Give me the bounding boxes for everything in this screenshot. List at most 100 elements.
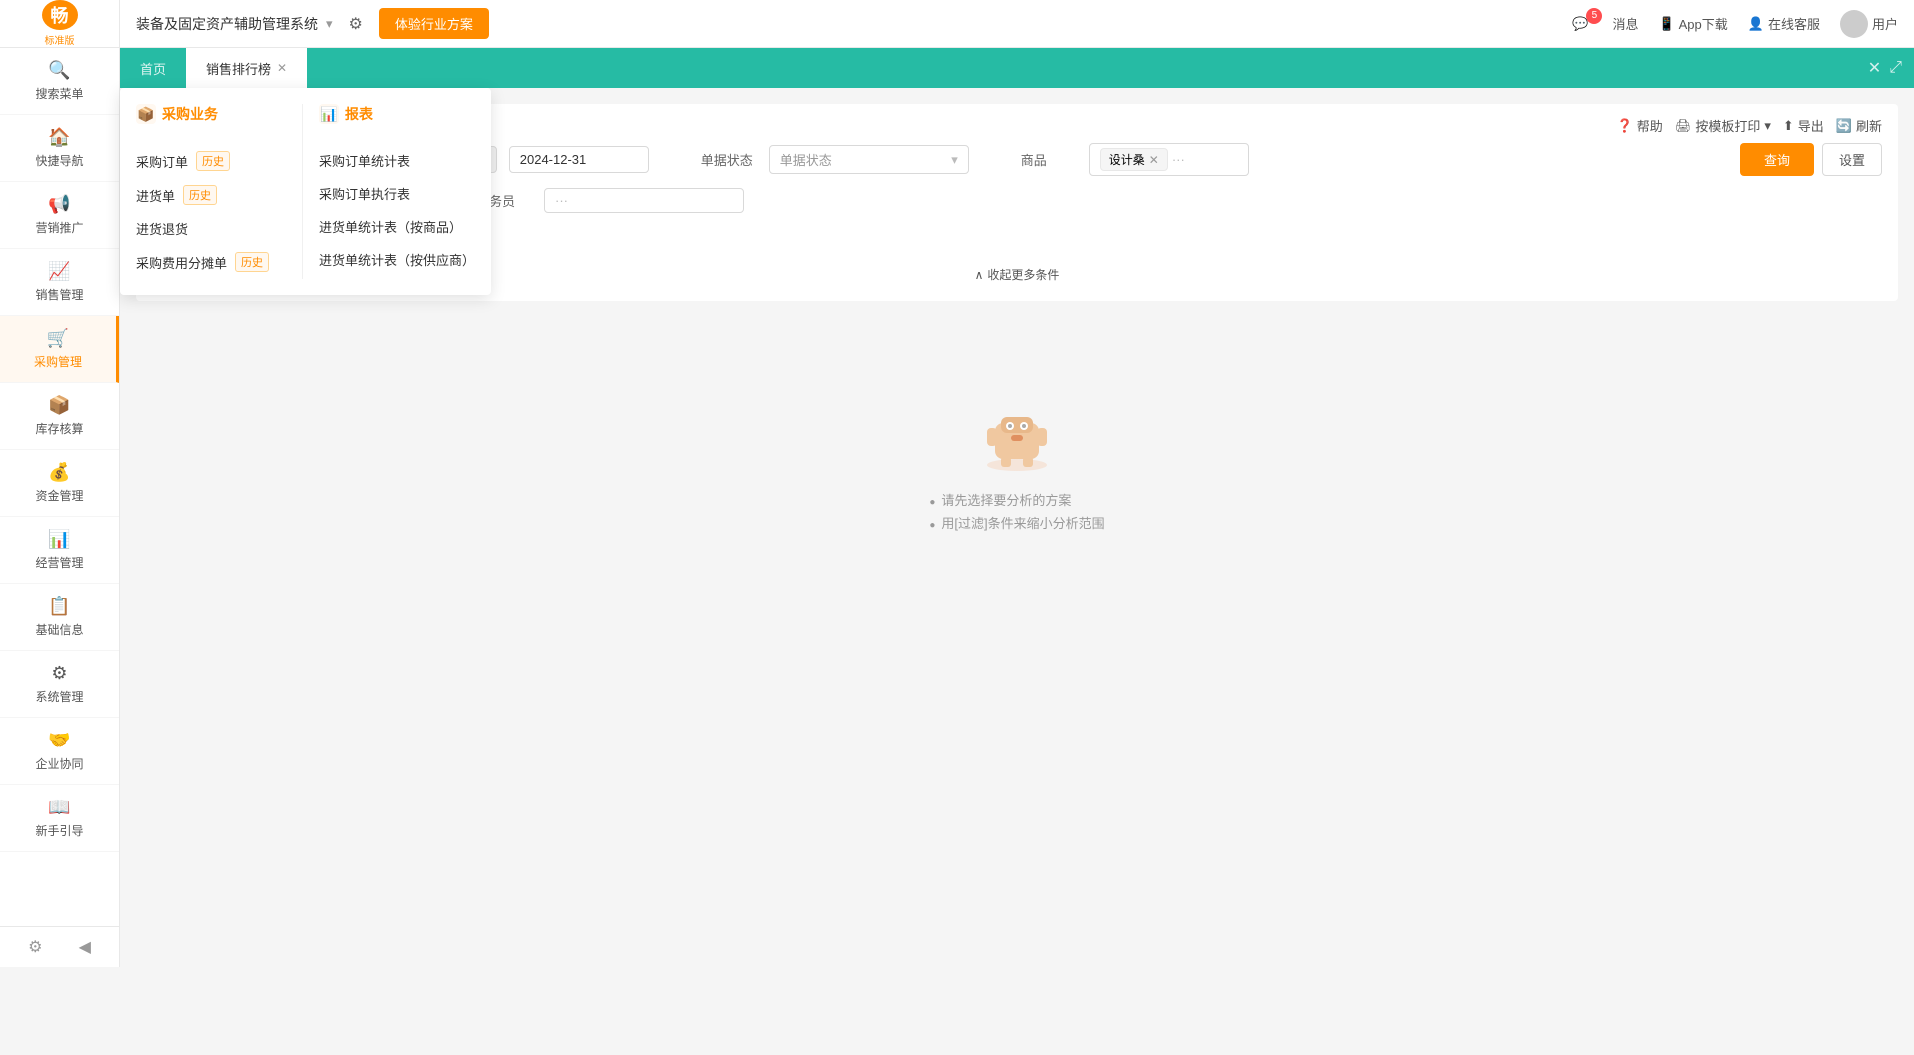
- top-header: 装备及固定资产辅助管理系统 ▾ ⚙ 体验行业方案 💬 5 消息 📱 App下载 …: [120, 0, 1914, 48]
- doc-status-input-wrap[interactable]: 单据状态 ▾: [769, 145, 969, 174]
- system-title: 装备及固定资产辅助管理系统: [136, 14, 318, 34]
- tab-home-label: 首页: [140, 59, 166, 78]
- sidebar-items: 🔍 搜索菜单 🏠 快捷导航 📢 营销推广 📈 销售管理 🛒 采购管理 📦 库存核…: [0, 48, 119, 926]
- basic-info-icon: 📋: [48, 596, 70, 617]
- sidebar-item-enterprise[interactable]: 🤝 企业协同: [0, 718, 119, 785]
- empty-hint-1: 请先选择要分析的方案: [929, 489, 1104, 512]
- report-section: 📊 报表 采购订单统计表 采购订单执行表 进货单统计表（按商品） 进货单统计表（…: [319, 104, 475, 279]
- print-icon: 🖨: [1675, 118, 1692, 134]
- search-icon: 🔍: [48, 60, 70, 81]
- system-icon: ⚙: [51, 663, 67, 684]
- sidebar-item-label: 系统管理: [35, 688, 83, 705]
- history-badge-3: 历史: [235, 252, 269, 272]
- menu-item-order-exec-label: 采购订单执行表: [319, 184, 410, 203]
- user-label: 用户: [1872, 14, 1898, 33]
- menu-divider: [302, 104, 303, 279]
- sidebar-item-quick-nav[interactable]: 🏠 快捷导航: [0, 115, 119, 182]
- purchase-section-icon: 📦: [136, 104, 156, 124]
- print-button[interactable]: 🖨 按模板打印 ▾: [1675, 116, 1771, 135]
- menu-item-order-exec[interactable]: 采购订单执行表: [319, 177, 475, 210]
- query-button[interactable]: 查询: [1740, 143, 1814, 176]
- print-label: 按模板打印: [1695, 116, 1760, 135]
- menu-item-inbound-label: 进货单: [136, 186, 175, 205]
- empty-hint-2: 用[过滤]条件来缩小分析范围: [929, 512, 1104, 535]
- menu-item-order-stats[interactable]: 采购订单统计表: [319, 144, 475, 177]
- refresh-button[interactable]: 🔄 刷新: [1836, 116, 1882, 135]
- sidebar-bottom: ⚙ ◀: [0, 926, 119, 967]
- user-item[interactable]: 用户: [1840, 10, 1898, 38]
- goods-input-wrap[interactable]: 设计桑 ✕ ···: [1089, 143, 1249, 176]
- goods-filter: 商品 设计桑 ✕ ···: [1021, 143, 1249, 176]
- sidebar-item-search[interactable]: 🔍 搜索菜单: [0, 48, 119, 115]
- sidebar-collapse-icon[interactable]: ◀: [79, 937, 91, 957]
- report-section-label: 报表: [345, 104, 373, 124]
- help-icon: ❓: [1617, 118, 1633, 134]
- sidebar-item-label: 搜索菜单: [35, 85, 83, 102]
- export-icon: ⬆: [1783, 118, 1794, 134]
- sidebar-item-label: 资金管理: [35, 487, 83, 504]
- salesperson-filter: 业务员 ···: [476, 188, 744, 213]
- sidebar-item-guide[interactable]: 📖 新手引导: [0, 785, 119, 852]
- logo-icon: 畅: [42, 0, 78, 30]
- menu-item-inbound-stats-supplier-label: 进货单统计表（按供应商）: [319, 250, 475, 269]
- menu-item-purchase-order[interactable]: 采购订单 历史: [136, 144, 286, 178]
- operations-icon: 📊: [48, 529, 70, 550]
- system-settings-icon[interactable]: ⚙: [349, 14, 363, 34]
- export-button[interactable]: ⬆ 导出: [1783, 116, 1824, 135]
- sidebar-item-finance[interactable]: 💰 资金管理: [0, 450, 119, 517]
- action-buttons: 查询 设置: [1740, 143, 1882, 176]
- salesperson-ellipsis: ···: [555, 193, 733, 208]
- message-item[interactable]: 💬 5 消息: [1572, 14, 1638, 33]
- purchase-dropdown-menu: 📦 采购业务 采购订单 历史 进货单 历史 进货退货 采购费用分摊单 历史 📊 …: [120, 88, 491, 295]
- sidebar-item-label: 销售管理: [35, 286, 83, 303]
- menu-item-order-stats-label: 采购订单统计表: [319, 151, 410, 170]
- home-icon: 🏠: [48, 127, 70, 148]
- menu-item-expense[interactable]: 采购费用分摊单 历史: [136, 245, 286, 279]
- sidebar-item-operations[interactable]: 📊 经营管理: [0, 517, 119, 584]
- sidebar-item-basic-info[interactable]: 📋 基础信息: [0, 584, 119, 651]
- message-label: 消息: [1612, 14, 1638, 33]
- sidebar-item-sales[interactable]: 📈 销售管理: [0, 249, 119, 316]
- history-badge-1: 历史: [183, 185, 217, 205]
- system-dropdown-arrow[interactable]: ▾: [326, 16, 333, 32]
- menu-item-inbound-stats-goods[interactable]: 进货单统计表（按商品）: [319, 210, 475, 243]
- tab-close-all-icon[interactable]: ✕: [1868, 58, 1881, 78]
- menu-item-inbound[interactable]: 进货单 历史: [136, 178, 286, 212]
- goods-ellipsis: ···: [1172, 152, 1185, 167]
- doc-status-dropdown-icon: ▾: [951, 152, 958, 168]
- tab-sales-rank[interactable]: 销售排行榜 ✕: [186, 48, 307, 88]
- enterprise-icon: 🤝: [48, 730, 70, 751]
- online-service-item[interactable]: 👤 在线客服: [1748, 14, 1820, 33]
- tab-expand-icon[interactable]: ⤢: [1889, 59, 1902, 77]
- tab-close-icon[interactable]: ✕: [277, 61, 287, 75]
- goods-label: 商品: [1021, 150, 1081, 169]
- sidebar-item-marketing[interactable]: 📢 营销推广: [0, 182, 119, 249]
- settings-button[interactable]: 设置: [1822, 143, 1882, 176]
- finance-icon: 💰: [48, 462, 70, 483]
- help-button[interactable]: ❓ 帮助: [1617, 116, 1663, 135]
- sidebar-item-label: 营销推广: [35, 219, 83, 236]
- menu-item-returns[interactable]: 进货退货: [136, 212, 286, 245]
- purchase-section: 📦 采购业务 采购订单 历史 进货单 历史 进货退货 采购费用分摊单 历史: [136, 104, 286, 279]
- sidebar: 畅 标准版 🔍 搜索菜单 🏠 快捷导航 📢 营销推广 📈 销售管理 🛒 采购管理…: [0, 0, 120, 967]
- sidebar-item-inventory[interactable]: 📦 库存核算: [0, 383, 119, 450]
- sidebar-item-label: 企业协同: [35, 755, 83, 772]
- industry-button[interactable]: 体验行业方案: [379, 8, 489, 39]
- tab-home[interactable]: 首页: [120, 48, 186, 88]
- sidebar-item-system[interactable]: ⚙ 系统管理: [0, 651, 119, 718]
- collapse-icon: ∧: [975, 268, 984, 282]
- date-range-end[interactable]: [509, 146, 649, 173]
- sidebar-settings-icon[interactable]: ⚙: [28, 937, 42, 957]
- sidebar-item-purchase[interactable]: 🛒 采购管理: [0, 316, 119, 383]
- help-label: 帮助: [1637, 116, 1663, 135]
- guide-icon: 📖: [48, 797, 70, 818]
- salesperson-input-wrap[interactable]: ···: [544, 188, 744, 213]
- collapse-label: 收起更多条件: [987, 266, 1059, 283]
- menu-item-inbound-stats-supplier[interactable]: 进货单统计表（按供应商）: [319, 243, 475, 276]
- app-download-item[interactable]: 📱 App下载: [1658, 14, 1727, 33]
- nav-tabs: 首页 销售排行榜 ✕ ✕ ⤢: [120, 48, 1914, 88]
- empty-state: 请先选择要分析的方案 用[过滤]条件来缩小分析范围: [136, 313, 1898, 616]
- menu-item-returns-label: 进货退货: [136, 219, 188, 238]
- goods-tag-close-icon[interactable]: ✕: [1149, 153, 1159, 167]
- empty-illustration: [967, 393, 1067, 473]
